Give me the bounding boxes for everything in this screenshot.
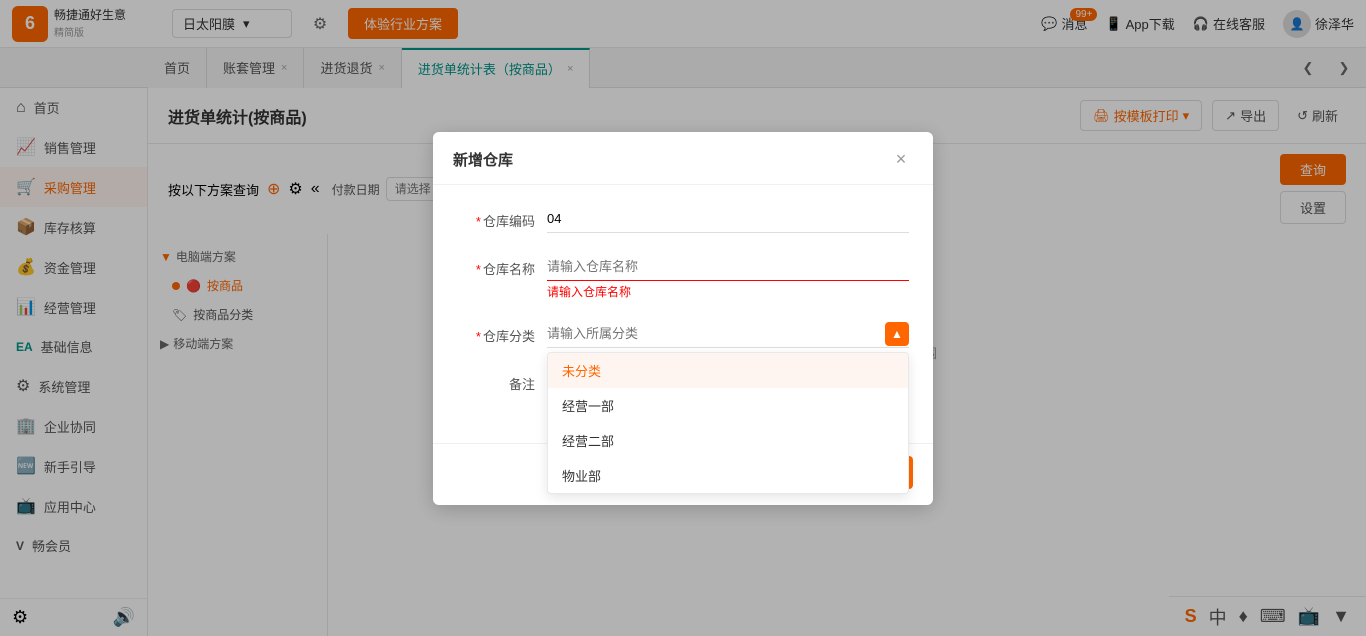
dropdown-item-dept1[interactable]: 经营一部 (548, 388, 908, 423)
category-select-wrapper: ▲ (547, 320, 909, 348)
category-field: ▲ 未分类 经营一部 经营二部 物业部 (547, 320, 909, 348)
form-row-category: *仓库分类 ▲ 未分类 经营一部 经营二部 物业部 (457, 320, 909, 348)
category-label: *仓库分类 (457, 320, 547, 345)
modal-title: 新增仓库 (453, 149, 513, 170)
name-field: 请输入仓库名称 (547, 253, 909, 300)
name-label: *仓库名称 (457, 253, 547, 278)
modal-overlay[interactable]: 新增仓库 × *仓库编码 *仓库名称 请输入仓库名称 (0, 0, 1366, 636)
code-label: *仓库编码 (457, 205, 547, 230)
new-warehouse-modal: 新增仓库 × *仓库编码 *仓库名称 请输入仓库名称 (433, 132, 933, 505)
dropdown-item-dept2[interactable]: 经营二部 (548, 423, 908, 458)
remark-label: 备注 (457, 368, 547, 393)
code-field (547, 205, 909, 233)
modal-close-button[interactable]: × (889, 148, 913, 172)
category-input[interactable] (547, 320, 909, 348)
category-dropdown: 未分类 经营一部 经营二部 物业部 (547, 352, 909, 494)
category-dropdown-toggle[interactable]: ▲ (885, 322, 909, 346)
modal-body: *仓库编码 *仓库名称 请输入仓库名称 *仓库分类 (433, 185, 933, 443)
name-error-hint: 请输入仓库名称 (547, 283, 909, 300)
modal-header: 新增仓库 × (433, 132, 933, 185)
code-input[interactable] (547, 205, 909, 233)
form-row-code: *仓库编码 (457, 205, 909, 233)
form-row-name: *仓库名称 请输入仓库名称 (457, 253, 909, 300)
dropdown-item-uncategorized[interactable]: 未分类 (548, 353, 908, 388)
name-input[interactable] (547, 253, 909, 281)
dropdown-item-dept3[interactable]: 物业部 (548, 458, 908, 493)
